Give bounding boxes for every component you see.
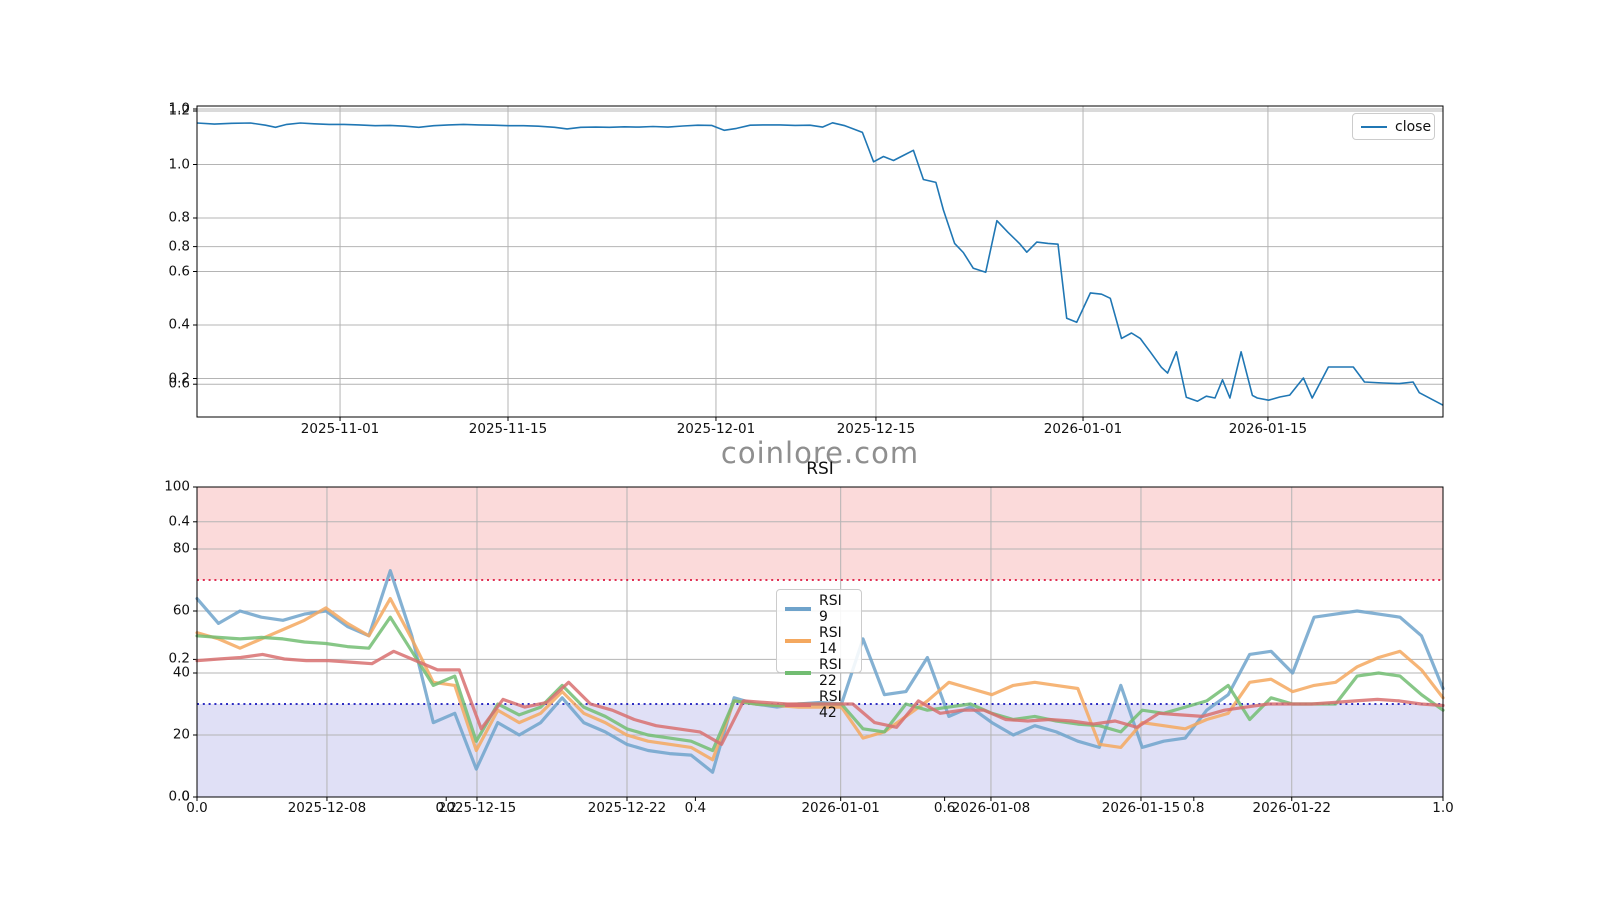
overlay-y-tick-label: 1.0 xyxy=(168,100,190,117)
y-tick-label: 60 xyxy=(172,602,190,619)
x-tick-label: 2025-11-01 xyxy=(300,421,380,437)
legend-item-close: close xyxy=(1361,119,1431,135)
legend-rsi14-label: RSI 14 xyxy=(819,625,842,657)
y-tick-label: 20 xyxy=(172,726,190,743)
x-tick-label: 2026-01-01 xyxy=(801,800,880,816)
overlay-x-tick-label: 0.4 xyxy=(684,800,707,816)
rsi14-line-swatch xyxy=(785,639,811,643)
legend-rsi22-label: RSI 22 xyxy=(819,657,842,689)
price-panel-border xyxy=(196,105,1444,418)
x-tick-label: 2026-01-22 xyxy=(1252,800,1331,816)
overlay-y-tick-label: 0.4 xyxy=(168,513,190,530)
close-line xyxy=(196,122,1444,406)
legend-rsi: RSI 9 RSI 14 RSI 22 RSI 42 xyxy=(776,589,862,721)
close-line-swatch xyxy=(1361,125,1387,128)
legend-close-label: close xyxy=(1395,118,1432,135)
overlay-x-tick-label: 0.8 xyxy=(1183,800,1205,816)
overlay-y-tick-label: 0.2 xyxy=(168,650,190,667)
x-tick-label: 2026-01-01 xyxy=(1043,421,1123,437)
rsi-panel-title: RSI xyxy=(806,459,834,479)
rsi42-line-swatch xyxy=(785,703,811,707)
legend-item-rsi22: RSI 22 xyxy=(785,657,853,689)
x-tick-label: 2025-11-15 xyxy=(468,421,548,437)
y-tick-label: 1.0 xyxy=(168,156,190,172)
rsi22-line-swatch xyxy=(785,671,811,675)
overlay-x-tick-label: 1.0 xyxy=(1432,800,1454,816)
x-tick-label: 2025-12-22 xyxy=(587,800,667,816)
overlay-x-tick-label: 0.0 xyxy=(186,800,208,816)
legend-item-rsi14: RSI 14 xyxy=(785,625,853,657)
overlay-y-tick-label: 0.6 xyxy=(168,375,190,392)
x-tick-label: 2026-01-15 xyxy=(1101,800,1181,816)
y-tick-label: 0.8 xyxy=(168,209,190,226)
overlay-y-tick-label: 0.0 xyxy=(168,788,190,805)
legend-item-rsi9: RSI 9 xyxy=(785,593,853,625)
y-tick-label: 0.4 xyxy=(168,316,190,333)
overbought-band xyxy=(197,487,1443,580)
overlay-x-tick-label: 0.2 xyxy=(435,800,457,816)
y-tick-label: 0.6 xyxy=(168,263,190,279)
chart-figure: coinlore.com RSI close RSI 9 RSI 14 RSI … xyxy=(0,0,1600,900)
overlay-y-tick-label: 0.8 xyxy=(168,238,190,255)
legend-rsi9-label: RSI 9 xyxy=(819,593,842,625)
rsi9-line-swatch xyxy=(785,607,811,611)
x-tick-label: 2026-01-15 xyxy=(1228,421,1308,437)
y-tick-label: 100 xyxy=(164,478,190,495)
overlay-x-tick-label: 0.6 xyxy=(933,800,956,816)
legend-item-rsi42: RSI 42 xyxy=(785,689,853,721)
legend-rsi42-label: RSI 42 xyxy=(819,689,842,721)
y-tick-label: 80 xyxy=(172,540,190,557)
legend-close: close xyxy=(1352,113,1435,140)
x-tick-label: 2025-12-01 xyxy=(676,421,756,437)
x-tick-label: 2026-01-08 xyxy=(951,800,1031,816)
x-tick-label: 2025-12-08 xyxy=(287,800,367,816)
x-tick-label: 2025-12-15 xyxy=(836,421,916,437)
